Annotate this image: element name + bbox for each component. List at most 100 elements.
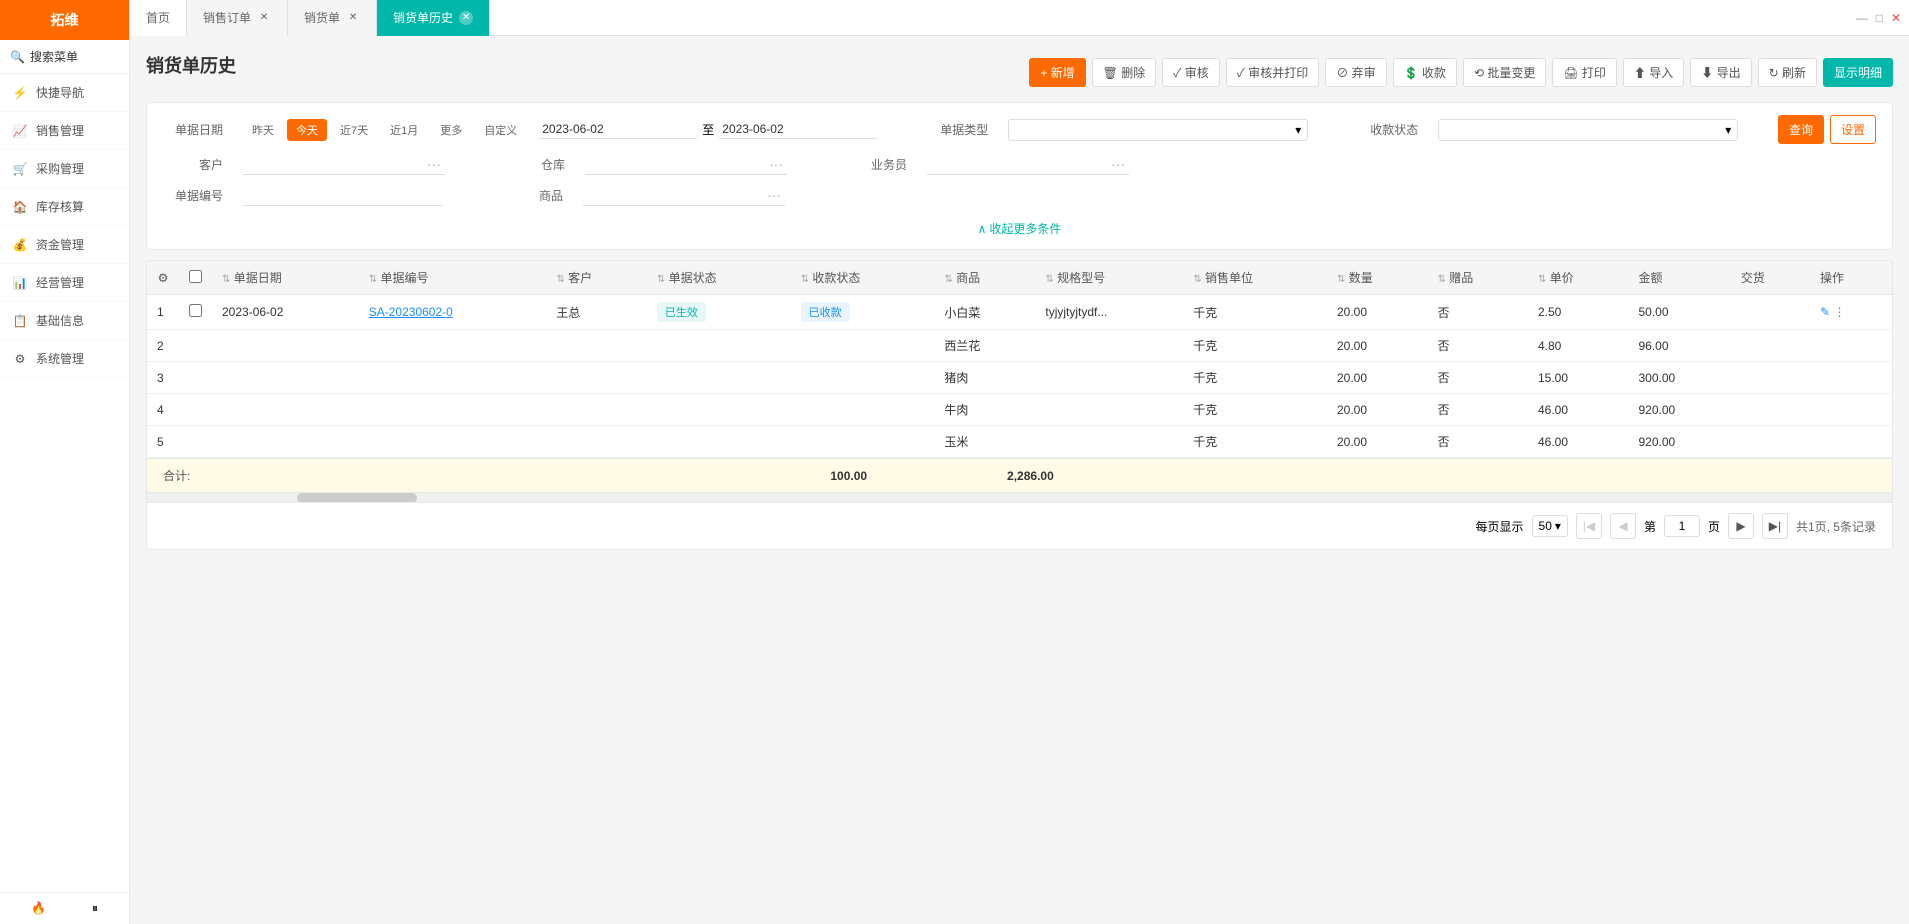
maximize-icon[interactable]: □ — [1876, 11, 1883, 25]
cell-delivery — [1731, 426, 1810, 458]
date-7days-btn[interactable]: 近7天 — [331, 119, 377, 141]
select-all-checkbox[interactable] — [189, 270, 202, 283]
cell-sales-unit: 千克 — [1183, 394, 1327, 426]
prev-page-button[interactable]: ◀ — [1610, 513, 1636, 539]
th-unit-price[interactable]: ⇅ 单价 — [1528, 261, 1629, 295]
warehouse-input[interactable] — [585, 154, 765, 174]
sidebar-item-purchase-mgmt[interactable]: 🛒 采购管理 — [0, 150, 129, 188]
payment-status-select[interactable]: ▾ — [1438, 119, 1738, 141]
edit-action-btn[interactable]: ✎ — [1820, 305, 1830, 319]
product-input[interactable] — [583, 185, 763, 205]
sidebar-item-finance[interactable]: 💰 资金管理 — [0, 226, 129, 264]
customer-picker-icon[interactable]: ··· — [423, 156, 445, 172]
cell-delivery — [1731, 394, 1810, 426]
customer-input[interactable] — [243, 154, 423, 174]
per-page-select[interactable]: 50 ▾ — [1532, 515, 1568, 537]
approve-print-button[interactable]: ✓ 审核并打印 — [1226, 58, 1320, 87]
sidebar-item-inventory[interactable]: 🏠 库存核算 — [0, 188, 129, 226]
cell-checkbox[interactable] — [179, 330, 212, 362]
sidebar-item-search-menu[interactable]: 🔍 搜索菜单 — [0, 40, 129, 74]
sidebar-item-quick-nav[interactable]: ⚡ 快捷导航 — [0, 74, 129, 112]
tab-sales-history[interactable]: 销货单历史 ✕ — [377, 0, 490, 36]
th-product[interactable]: ⇅ 商品 — [934, 261, 1035, 295]
th-gift[interactable]: ⇅ 赠品 — [1427, 261, 1528, 295]
product-picker-icon[interactable]: ··· — [763, 187, 785, 203]
fire-icon[interactable]: 🔥 — [31, 901, 46, 916]
salesperson-picker-icon[interactable]: ··· — [1107, 156, 1129, 172]
doc-type-select[interactable]: ▾ — [1008, 119, 1308, 141]
cell-checkbox[interactable] — [179, 362, 212, 394]
th-doc-date[interactable]: ⇅ 单据日期 — [212, 261, 359, 295]
warehouse-picker-icon[interactable]: ··· — [765, 156, 787, 172]
tab-sales-goods[interactable]: 销货单 ✕ — [288, 0, 377, 36]
th-customer[interactable]: ⇅ 客户 — [546, 261, 647, 295]
show-detail-button[interactable]: 显示明细 — [1823, 58, 1893, 87]
sidebar-item-basic-info[interactable]: 📋 基础信息 — [0, 302, 129, 340]
collapse-button[interactable]: ∧ 收起更多条件 — [978, 220, 1062, 237]
cell-checkbox[interactable] — [179, 295, 212, 330]
settings-button[interactable]: 设置 — [1830, 115, 1876, 144]
date-from-input[interactable] — [538, 120, 698, 139]
batch-change-button[interactable]: ⟲ 批量变更 — [1463, 58, 1546, 87]
table-row: 12023-06-02SA-20230602-0王总已生效已收款小白菜tyjyj… — [147, 295, 1892, 330]
date-1month-btn[interactable]: 近1月 — [381, 119, 427, 141]
query-button[interactable]: 查询 — [1778, 115, 1824, 144]
abandon-button[interactable]: ⊘ 弃审 — [1325, 58, 1386, 87]
cell-row-num: 4 — [147, 394, 179, 426]
tab-sales-history-close[interactable]: ✕ — [459, 11, 473, 25]
th-sales-unit[interactable]: ⇅ 销售单位 — [1183, 261, 1327, 295]
th-doc-no[interactable]: ⇅ 单据编号 — [359, 261, 547, 295]
date-quick-btns: 昨天 今天 近7天 近1月 更多 自定义 至 — [243, 119, 878, 141]
per-page-value: 50 — [1539, 519, 1552, 533]
collect-button[interactable]: 💲 收款 — [1393, 58, 1457, 87]
cell-checkbox[interactable] — [179, 394, 212, 426]
th-delivery[interactable]: 交货 — [1731, 261, 1810, 295]
date-more-btn[interactable]: 更多 — [431, 119, 471, 141]
tab-sales-order[interactable]: 销售订单 ✕ — [187, 0, 288, 36]
import-button[interactable]: ⬆ 导入 — [1623, 58, 1684, 87]
first-page-button[interactable]: |◀ — [1576, 513, 1602, 539]
cell-pay-status: 已收款 — [791, 295, 935, 330]
tab-sales-goods-close[interactable]: ✕ — [346, 11, 360, 25]
th-spec[interactable]: ⇅ 规格型号 — [1035, 261, 1183, 295]
sidebar-item-system-mgmt[interactable]: ⚙ 系统管理 — [0, 340, 129, 378]
print-button[interactable]: 🖨 打印 — [1552, 58, 1617, 87]
tab-home[interactable]: 首页 — [130, 0, 187, 36]
cell-delivery — [1731, 362, 1810, 394]
last-page-button[interactable]: ▶| — [1762, 513, 1788, 539]
scroll-thumb[interactable] — [297, 493, 417, 502]
next-page-button[interactable]: ▶ — [1728, 513, 1754, 539]
th-amount[interactable]: 金额 — [1628, 261, 1730, 295]
tab-sales-order-close[interactable]: ✕ — [257, 11, 271, 25]
table-scroll-area[interactable]: ⚙ ⇅ 单据日期 ⇅ 单据编号 ⇅ 客户 ⇅ 单据状态 ⇅ 收款状态 ⇅ 商品 … — [147, 261, 1892, 458]
sidebar-item-operations[interactable]: 📊 经营管理 — [0, 264, 129, 302]
minimize-icon[interactable]: — — [1856, 11, 1868, 25]
approve-button[interactable]: ✓ 审核 — [1162, 58, 1220, 87]
th-pay-status[interactable]: ⇅ 收款状态 — [791, 261, 935, 295]
salesperson-input[interactable] — [927, 154, 1107, 174]
close-window-icon[interactable]: ✕ — [1891, 11, 1901, 25]
export-button[interactable]: ⬇ 导出 — [1690, 58, 1751, 87]
doc-no-input[interactable] — [243, 185, 443, 206]
th-settings[interactable]: ⚙ — [147, 261, 179, 295]
page-number-input[interactable] — [1664, 515, 1700, 537]
th-quantity[interactable]: ⇅ 数量 — [1327, 261, 1428, 295]
new-button[interactable]: + 新增 — [1029, 58, 1085, 87]
horizontal-scrollbar[interactable] — [147, 492, 1892, 502]
th-checkbox[interactable] — [179, 261, 212, 295]
cell-doc-status — [647, 330, 791, 362]
date-to-input[interactable] — [718, 120, 878, 139]
main-content: 首页 销售订单 ✕ 销货单 ✕ 销货单历史 ✕ — □ ✕ 销货单历史 + 新增… — [130, 0, 1909, 924]
date-custom-btn[interactable]: 自定义 — [475, 119, 526, 141]
pause-icon[interactable]: ⏸ — [92, 901, 98, 916]
delete-button[interactable]: 🗑 删除 — [1092, 58, 1157, 87]
date-yesterday-btn[interactable]: 昨天 — [243, 119, 283, 141]
th-doc-status[interactable]: ⇅ 单据状态 — [647, 261, 791, 295]
more-action-btn[interactable]: ⋮ — [1833, 305, 1845, 319]
doc-no-link[interactable]: SA-20230602-0 — [369, 305, 453, 319]
cell-checkbox[interactable] — [179, 426, 212, 458]
refresh-button[interactable]: ↻ 刷新 — [1758, 58, 1817, 87]
date-today-btn[interactable]: 今天 — [287, 119, 327, 141]
sidebar-item-sales-mgmt[interactable]: 📈 销售管理 — [0, 112, 129, 150]
cell-unit-price: 4.80 — [1528, 330, 1629, 362]
